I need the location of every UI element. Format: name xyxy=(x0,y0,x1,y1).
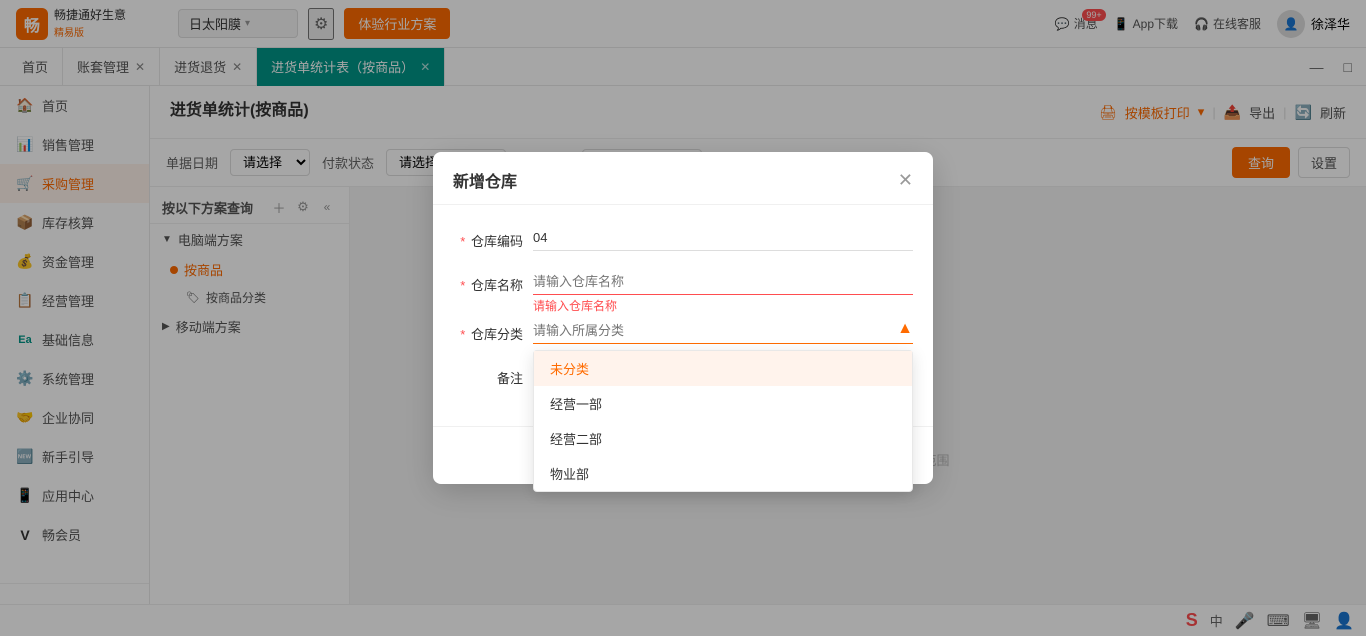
modal-close-button[interactable]: ✕ xyxy=(898,170,913,191)
dropdown-option-dept3[interactable]: 物业部 xyxy=(534,456,912,491)
warehouse-category-input[interactable] xyxy=(533,318,913,344)
modal-overlay: 新增仓库 ✕ * 仓库编码 * 仓库名称 xyxy=(0,0,1366,636)
warehouse-category-dropdown-list: 未分类 经营一部 经营二部 物业部 xyxy=(533,350,913,492)
warehouse-code-label: * 仓库编码 xyxy=(453,225,533,250)
dropdown-option-dept1[interactable]: 经营一部 xyxy=(534,386,912,421)
warehouse-category-label: * 仓库分类 xyxy=(453,318,533,343)
dropdown-option-uncategorized[interactable]: 未分类 xyxy=(534,351,912,386)
modal-body: * 仓库编码 * 仓库名称 请输入仓库名称 xyxy=(433,205,933,426)
warehouse-code-input[interactable] xyxy=(533,225,913,251)
warehouse-remark-label: 备注 xyxy=(453,362,533,387)
warehouse-category-dropdown: ▲ 未分类 经营一部 经营二部 物业部 xyxy=(533,318,913,344)
warehouse-code-row: * 仓库编码 xyxy=(453,225,913,251)
dropdown-arrow-icon[interactable]: ▲ xyxy=(897,320,913,338)
warehouse-name-field-wrap: 请输入仓库名称 xyxy=(533,269,913,314)
modal-header: 新增仓库 ✕ xyxy=(433,152,933,205)
modal-title: 新增仓库 xyxy=(453,168,517,192)
warehouse-name-row: * 仓库名称 请输入仓库名称 xyxy=(533,269,913,314)
dropdown-option-dept2[interactable]: 经营二部 xyxy=(534,421,912,456)
warehouse-name-input[interactable] xyxy=(533,269,913,295)
add-warehouse-modal: 新增仓库 ✕ * 仓库编码 * 仓库名称 xyxy=(433,152,933,484)
warehouse-name-label: * 仓库名称 xyxy=(453,269,533,294)
warehouse-category-row: * 仓库分类 ▲ 未分类 经营一部 经营二部 物业部 xyxy=(453,318,913,344)
warehouse-name-error: 请输入仓库名称 xyxy=(533,297,913,314)
